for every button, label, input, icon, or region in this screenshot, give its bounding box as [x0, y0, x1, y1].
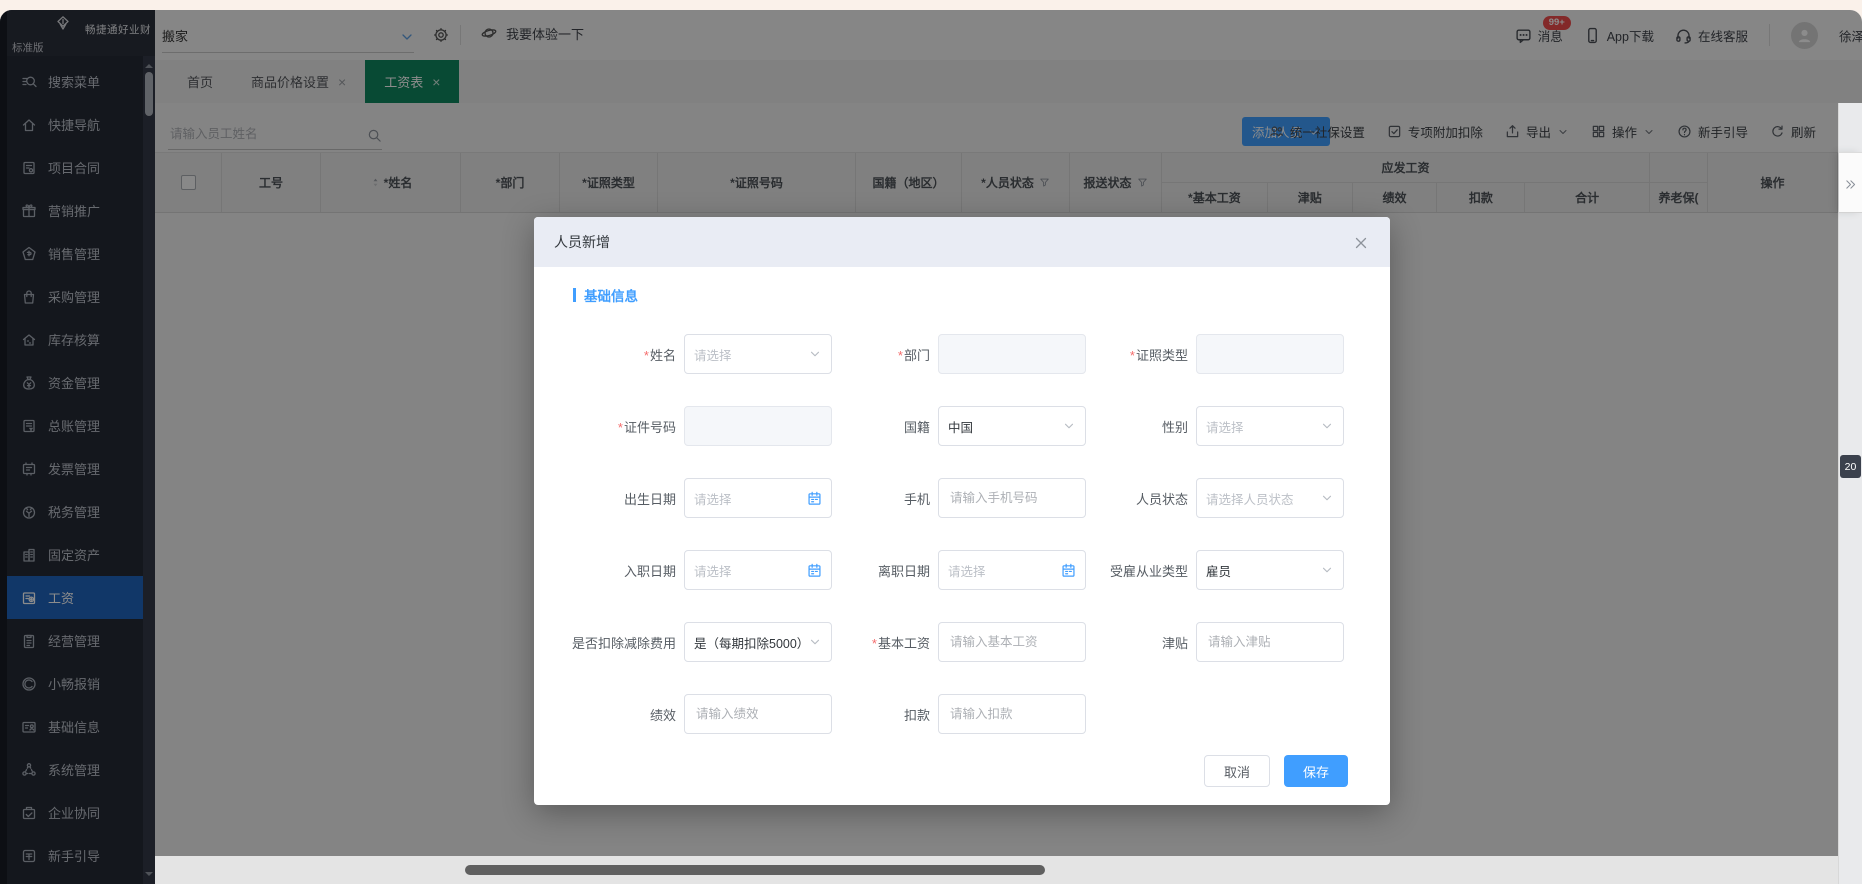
- field-cert-type-input-disabled: [1196, 334, 1344, 374]
- field-hire-date-datepicker[interactable]: 请选择: [684, 550, 832, 590]
- field-leave-date-datepicker[interactable]: 请选择: [938, 550, 1086, 590]
- field-employment-type-select[interactable]: 雇员: [1196, 550, 1344, 590]
- field-cert-number-input-disabled: [684, 406, 832, 446]
- section-title: 基础信息: [584, 289, 638, 304]
- field-deduction-input[interactable]: [948, 706, 1076, 722]
- save-button[interactable]: 保存: [1283, 755, 1348, 787]
- modal-footer: 取消 保存: [1203, 755, 1348, 787]
- field-employee-status-select[interactable]: 请选择人员状态: [1196, 478, 1344, 518]
- field-department-label: *部门: [897, 347, 930, 363]
- modal-form: *姓名请选择*部门*证照类型*证件号码国籍中国性别请选择出生日期请选择手机人员状…: [534, 334, 1390, 766]
- field-mobile-input-wrap: [938, 478, 1086, 518]
- field-name-label: *姓名: [643, 347, 676, 363]
- right-edge-panel: 20: [1838, 103, 1862, 884]
- chevron-down-icon: [1322, 423, 1332, 429]
- form-item-nationality: 国籍 中国: [832, 406, 1086, 446]
- calendar-icon: [808, 563, 821, 577]
- field-department-input-disabled: [938, 334, 1086, 374]
- field-deduction-label: 扣款: [903, 707, 930, 723]
- chevron-down-icon: [810, 639, 820, 645]
- chevron-down-icon: [1064, 423, 1074, 429]
- form-item-cert-type: *证照类型: [1086, 334, 1344, 374]
- field-employment-type-label: 受雇从业类型: [1109, 563, 1188, 579]
- field-nationality-select[interactable]: 中国: [938, 406, 1086, 446]
- form-item-name: *姓名 请选择: [534, 334, 832, 374]
- field-employee-status-label: 人员状态: [1135, 491, 1188, 507]
- form-item-employment-type: 受雇从业类型 雇员: [1086, 550, 1344, 590]
- field-performance-input[interactable]: [694, 706, 822, 722]
- field-base-salary-label: *基本工资: [871, 635, 930, 651]
- horizontal-scrollbar-thumb[interactable]: [465, 865, 1045, 875]
- field-allowance-input-wrap: [1196, 622, 1344, 662]
- form-item-hire-date: 入职日期 请选择: [534, 550, 832, 590]
- field-allowance-label: 津贴: [1161, 635, 1188, 651]
- field-performance-label: 绩效: [649, 707, 676, 723]
- chevron-down-icon: [1322, 495, 1332, 501]
- app-window: 畅捷通好业财 标准版 搜索菜单 快捷导航 项目合同 营销推广 销售管理 采购管理 库存核算资…: [0, 10, 1862, 884]
- close-icon: [1355, 237, 1367, 248]
- field-base-salary-input[interactable]: [948, 634, 1076, 650]
- form-item-deduction-flag: 是否扣除减除费用 是（每期扣除5000）: [534, 622, 832, 662]
- field-deduction-flag-label: 是否扣除减除费用: [571, 635, 676, 651]
- form-item-department: *部门: [832, 334, 1086, 374]
- close-modal-wrap[interactable]: [1353, 234, 1370, 251]
- cancel-button[interactable]: 取消: [1203, 755, 1270, 787]
- section-bar: [573, 288, 576, 302]
- field-performance-input-wrap: [684, 694, 832, 734]
- right-panel-badge[interactable]: 20: [1840, 455, 1861, 478]
- field-deduction-flag-select[interactable]: 是（每期扣除5000）: [684, 622, 832, 662]
- field-hire-date-label: 入职日期: [623, 563, 676, 579]
- form-item-deduction: 扣款: [832, 694, 1086, 734]
- field-name-select[interactable]: 请选择: [684, 334, 832, 374]
- field-allowance-input[interactable]: [1206, 634, 1334, 650]
- field-gender-label: 性别: [1161, 419, 1188, 435]
- modal-header: 人员新增: [534, 217, 1390, 267]
- chevron-down-icon: [810, 351, 820, 357]
- calendar-icon: [1062, 563, 1075, 577]
- calendar-icon: [808, 491, 821, 505]
- form-item-birth-date: 出生日期 请选择: [534, 478, 832, 518]
- field-gender-select[interactable]: 请选择: [1196, 406, 1344, 446]
- form-item-leave-date: 离职日期 请选择: [832, 550, 1086, 590]
- form-item-employee-status: 人员状态 请选择人员状态: [1086, 478, 1344, 518]
- horizontal-scrollbar[interactable]: [155, 856, 1838, 884]
- double-chevron-right-icon: [1846, 180, 1856, 189]
- field-birth-date-datepicker[interactable]: 请选择: [684, 478, 832, 518]
- basic-info-section-header: 基础信息: [573, 285, 638, 305]
- form-item-allowance: 津贴: [1086, 622, 1344, 662]
- field-deduction-input-wrap: [938, 694, 1086, 734]
- field-mobile-label: 手机: [903, 491, 930, 507]
- field-nationality-label: 国籍: [903, 419, 930, 435]
- field-mobile-input[interactable]: [948, 490, 1076, 506]
- form-item-mobile: 手机: [832, 478, 1086, 518]
- chevron-down-icon: [1322, 567, 1332, 573]
- field-birth-date-label: 出生日期: [623, 491, 676, 507]
- field-base-salary-input-wrap: [938, 622, 1086, 662]
- form-item-gender: 性别 请选择: [1086, 406, 1344, 446]
- add-employee-modal: 人员新增 基础信息 *姓名 请选择 *部门 *证照类型 *证件号码 国籍 中国 性别 请选择 出生…: [534, 217, 1390, 805]
- field-cert-type-label: *证照类型: [1129, 347, 1188, 363]
- field-leave-date-label: 离职日期: [877, 563, 930, 579]
- form-item-cert-number: *证件号码: [534, 406, 832, 446]
- form-item-base-salary: *基本工资: [832, 622, 1086, 662]
- expand-columns-button[interactable]: [1839, 152, 1862, 213]
- modal-title: 人员新增: [554, 234, 610, 250]
- form-item-performance: 绩效: [534, 694, 832, 734]
- field-cert-number-label: *证件号码: [617, 419, 676, 435]
